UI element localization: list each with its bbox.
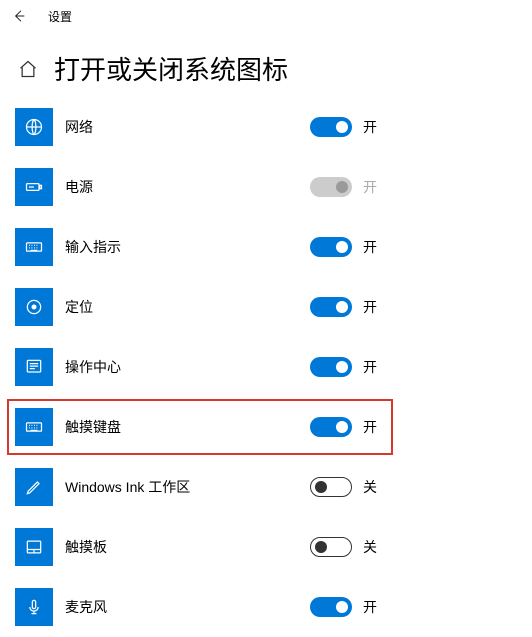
item-label: 输入指示	[65, 237, 285, 257]
state-label: 关	[363, 477, 377, 497]
toggle-touch-keyboard[interactable]	[310, 417, 352, 437]
item-label: 触摸键盘	[65, 417, 285, 437]
pen-icon	[15, 468, 53, 506]
arrow-left-icon	[11, 8, 27, 24]
state-label: 开	[363, 357, 377, 377]
touch-keyboard-icon	[15, 408, 53, 446]
back-button[interactable]	[10, 7, 28, 25]
touchpad-icon	[15, 528, 53, 566]
state-label: 开	[363, 117, 377, 137]
toggle-input-indicator[interactable]	[310, 237, 352, 257]
title-bar: 设置	[0, 0, 532, 32]
item-touchpad: 触摸板 关	[15, 517, 517, 577]
action-center-icon	[15, 348, 53, 386]
toggle-windows-ink[interactable]	[310, 477, 352, 497]
page-title: 打开或关闭系统图标	[54, 50, 288, 87]
state-label: 开	[363, 237, 377, 257]
microphone-icon	[15, 588, 53, 626]
state-label: 开	[363, 597, 377, 617]
state-label: 关	[363, 537, 377, 557]
toggle-touchpad[interactable]	[310, 537, 352, 557]
state-label: 开	[363, 417, 377, 437]
toggle-microphone[interactable]	[310, 597, 352, 617]
item-location: 定位 开	[15, 277, 517, 337]
toggle-action-center[interactable]	[310, 357, 352, 377]
item-action-center: 操作中心 开	[15, 337, 517, 397]
item-input-indicator: 输入指示 开	[15, 217, 517, 277]
item-label: 触摸板	[65, 537, 285, 557]
item-touch-keyboard: 触摸键盘 开	[15, 397, 517, 457]
item-label: 电源	[65, 177, 285, 197]
keyboard-icon	[15, 228, 53, 266]
state-label: 开	[363, 177, 377, 197]
battery-icon	[15, 168, 53, 206]
icon-toggle-list: 网络 开 电源 开 输入指示 开 定位 开 操作中心 开	[0, 97, 532, 637]
state-label: 开	[363, 297, 377, 317]
toggle-location[interactable]	[310, 297, 352, 317]
page-header: 打开或关闭系统图标	[0, 32, 532, 97]
item-microphone: 麦克风 开	[15, 577, 517, 637]
toggle-network[interactable]	[310, 117, 352, 137]
item-label: 麦克风	[65, 597, 285, 617]
home-button[interactable]	[18, 59, 38, 79]
item-label: Windows Ink 工作区	[65, 477, 285, 497]
location-icon	[15, 288, 53, 326]
item-network: 网络 开	[15, 97, 517, 157]
item-windows-ink: Windows Ink 工作区 关	[15, 457, 517, 517]
home-icon	[18, 59, 38, 79]
item-label: 定位	[65, 297, 285, 317]
window-title: 设置	[48, 8, 72, 25]
item-power: 电源 开	[15, 157, 517, 217]
network-icon	[15, 108, 53, 146]
item-label: 网络	[65, 117, 285, 137]
toggle-power	[310, 177, 352, 197]
item-label: 操作中心	[65, 357, 285, 377]
